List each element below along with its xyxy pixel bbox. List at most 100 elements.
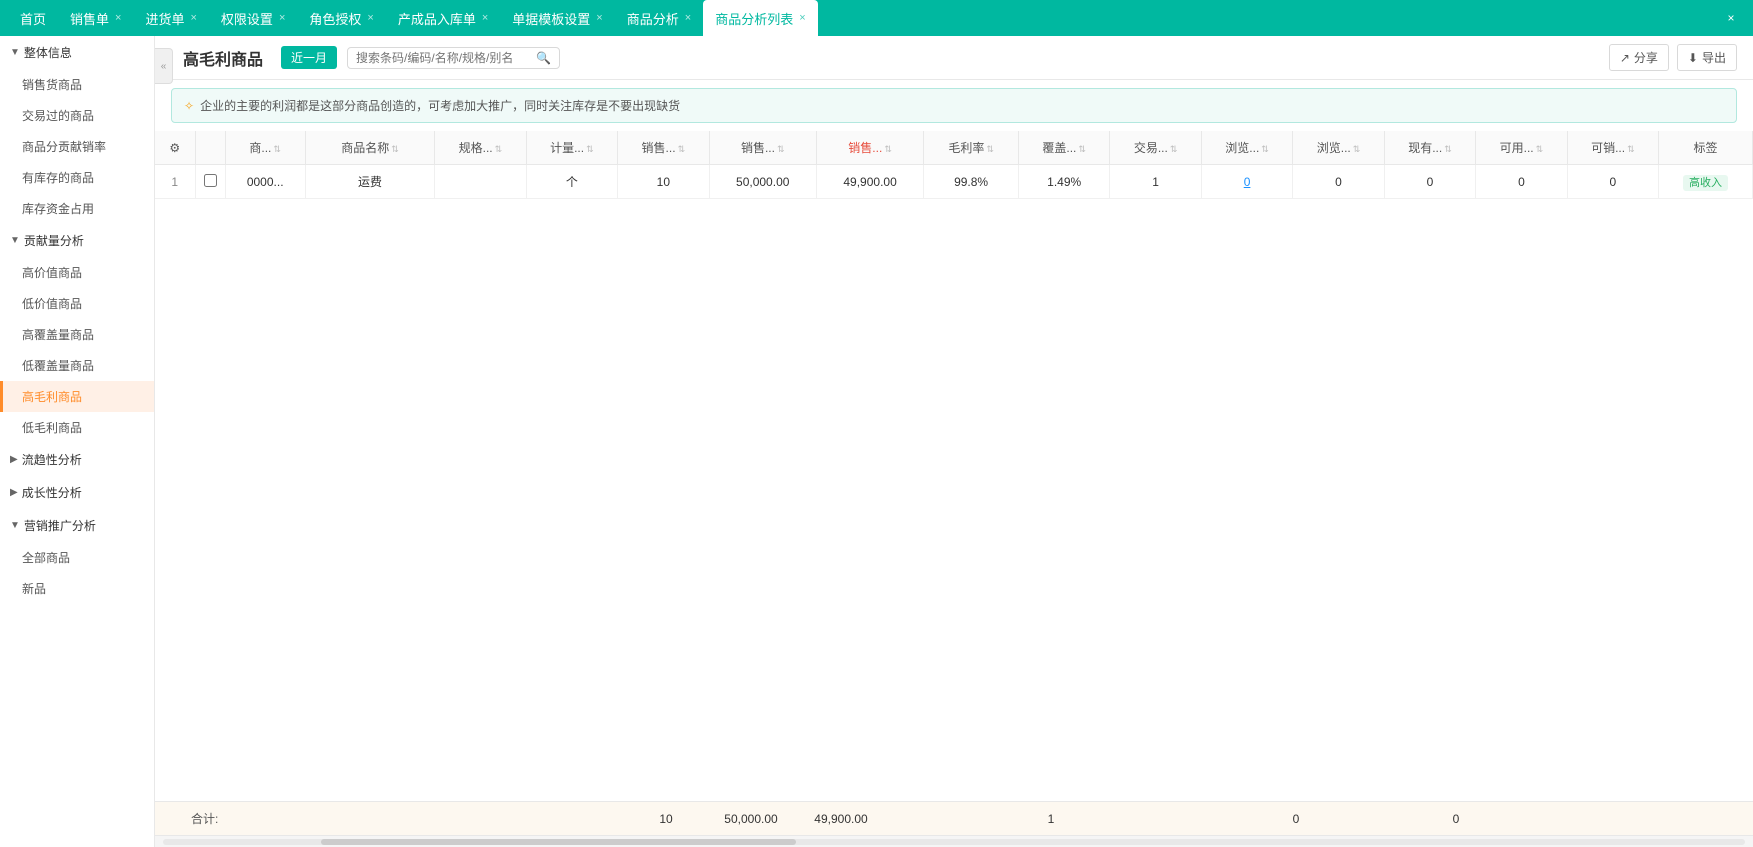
nav-template-settings[interactable]: 单据模板设置 × xyxy=(500,0,614,36)
row-saleable: 0 xyxy=(1567,165,1658,199)
sidebar-item-new-products[interactable]: 新品 xyxy=(0,573,154,604)
row-unit: 个 xyxy=(526,165,617,199)
row-coverage: 1.49% xyxy=(1018,165,1109,199)
col-transaction[interactable]: 交易...⇅ xyxy=(1110,131,1201,165)
main-layout: ▼ 整体信息 销售货商品 交易过的商品 商品分贡献销率 有库存的商品 库存资金占… xyxy=(0,36,1753,847)
close-product-analysis-list-icon[interactable]: × xyxy=(799,12,805,24)
footer-empty-3 xyxy=(371,812,431,826)
nav-role-auth[interactable]: 角色授权 × xyxy=(297,0,385,36)
footer-empty-11 xyxy=(1336,812,1416,826)
footer-sales-profit: 49,900.00 xyxy=(796,812,886,826)
search-input[interactable] xyxy=(356,51,536,65)
notice-banner: ✧ 企业的主要的利润都是这部分商品创造的，可考虑加大推广，同时关注库存是不要出现… xyxy=(171,88,1737,123)
col-browse2[interactable]: 浏览...⇅ xyxy=(1293,131,1384,165)
sidebar-item-in-stock-goods[interactable]: 有库存的商品 xyxy=(0,162,154,193)
arrow-down-icon-2: ▼ xyxy=(10,235,20,246)
total-label: 合计: xyxy=(171,810,291,827)
sidebar-item-traded-goods[interactable]: 交易过的商品 xyxy=(0,100,154,131)
close-sales-order-icon[interactable]: × xyxy=(115,12,121,24)
nav-permission-settings[interactable]: 权限设置 × xyxy=(209,0,297,36)
notice-text: 企业的主要的利润都是这部分商品创造的，可考虑加大推广，同时关注库存是不要出现缺货 xyxy=(200,97,680,114)
date-filter-button[interactable]: 近一月 xyxy=(281,46,337,69)
sidebar-item-goods-contribution[interactable]: 商品分贡献销率 xyxy=(0,131,154,162)
col-spec[interactable]: 规格...⇅ xyxy=(435,131,526,165)
nav-home[interactable]: 首页 xyxy=(8,0,58,36)
sidebar-item-high-coverage[interactable]: 高覆盖量商品 xyxy=(0,319,154,350)
col-sales-qty[interactable]: 销售...⇅ xyxy=(618,131,709,165)
sidebar-item-low-margin[interactable]: 低毛利商品 xyxy=(0,412,154,443)
col-available[interactable]: 可用...⇅ xyxy=(1476,131,1567,165)
content-header: 高毛利商品 近一月 🔍 ↗ 分享 ⬇ 导出 xyxy=(155,36,1753,80)
footer-empty-1 xyxy=(291,812,331,826)
table-body: 1 0000... 运费 个 10 50,000.00 49,900.00 99… xyxy=(155,165,1753,199)
share-button[interactable]: ↗ 分享 xyxy=(1609,44,1669,71)
footer-current-stock: 0 xyxy=(1256,812,1336,826)
nav-sales-order[interactable]: 销售单 × xyxy=(58,0,133,36)
row-browse1[interactable]: 0 xyxy=(1201,165,1292,199)
col-browse1[interactable]: 浏览...⇅ xyxy=(1201,131,1292,165)
col-sales-profit[interactable]: 销售...⇅ xyxy=(816,131,923,165)
col-saleable[interactable]: 可销...⇅ xyxy=(1567,131,1658,165)
col-gross-margin[interactable]: 毛利率⇅ xyxy=(924,131,1019,165)
sidebar-group-marketing[interactable]: ▼ 营销推广分析 xyxy=(0,509,154,542)
sidebar-group-growth[interactable]: ▶ 成长性分析 xyxy=(0,476,154,509)
sidebar-collapse-button[interactable]: « xyxy=(155,48,173,84)
data-table-container: ⚙ 商...⇅ 商品名称⇅ 规格...⇅ 计量...⇅ 销售...⇅ 销售...… xyxy=(155,131,1753,801)
sidebar-item-high-margin[interactable]: 高毛利商品 xyxy=(0,381,154,412)
sidebar-group-overall[interactable]: ▼ 整体信息 xyxy=(0,36,154,69)
col-current-stock[interactable]: 现有...⇅ xyxy=(1384,131,1475,165)
row-transaction: 1 xyxy=(1110,165,1201,199)
col-code[interactable]: 商...⇅ xyxy=(225,131,305,165)
top-navigation: 首页 销售单 × 进货单 × 权限设置 × 角色授权 × 产成品入库单 × 单据… xyxy=(0,0,1753,36)
footer-empty-2 xyxy=(331,812,371,826)
close-role-auth-icon[interactable]: × xyxy=(367,12,373,24)
nav-product-inbound[interactable]: 产成品入库单 × xyxy=(386,0,500,36)
nav-purchase-order[interactable]: 进货单 × xyxy=(133,0,208,36)
footer-transaction: 1 xyxy=(1006,812,1096,826)
col-coverage[interactable]: 覆盖...⇅ xyxy=(1018,131,1109,165)
col-checkbox xyxy=(195,131,225,165)
nav-product-analysis-list[interactable]: 商品分析列表 × xyxy=(703,0,817,36)
close-template-icon[interactable]: × xyxy=(596,12,602,24)
close-product-inbound-icon[interactable]: × xyxy=(482,12,488,24)
nav-product-analysis[interactable]: 商品分析 × xyxy=(615,0,703,36)
close-permission-icon[interactable]: × xyxy=(279,12,285,24)
horizontal-scrollbar[interactable] xyxy=(155,835,1753,847)
sidebar-item-high-value[interactable]: 高价值商品 xyxy=(0,257,154,288)
arrow-right-icon: ▶ xyxy=(10,454,18,465)
sidebar-group-trend[interactable]: ▶ 流趋性分析 xyxy=(0,443,154,476)
row-current-stock: 0 xyxy=(1384,165,1475,199)
sidebar-item-low-coverage[interactable]: 低覆盖量商品 xyxy=(0,350,154,381)
sidebar-item-stock-capital[interactable]: 库存资金占用 xyxy=(0,193,154,224)
col-name[interactable]: 商品名称⇅ xyxy=(305,131,434,165)
close-product-analysis-icon[interactable]: × xyxy=(685,12,691,24)
row-checkbox[interactable] xyxy=(195,165,225,199)
col-settings[interactable]: ⚙ xyxy=(155,131,195,165)
sidebar: ▼ 整体信息 销售货商品 交易过的商品 商品分贡献销率 有库存的商品 库存资金占… xyxy=(0,36,155,847)
col-unit[interactable]: 计量...⇅ xyxy=(526,131,617,165)
share-icon: ↗ xyxy=(1620,51,1630,65)
footer-sales-amount: 50,000.00 xyxy=(706,812,796,826)
sidebar-item-low-value[interactable]: 低价值商品 xyxy=(0,288,154,319)
row-available: 0 xyxy=(1476,165,1567,199)
scroll-thumb[interactable] xyxy=(321,839,796,845)
row-tag: 高收入 xyxy=(1659,165,1753,199)
close-purchase-order-icon[interactable]: × xyxy=(190,12,196,24)
col-sales-amount[interactable]: 销售...⇅ xyxy=(709,131,816,165)
row-spec xyxy=(435,165,526,199)
sidebar-group-contribution[interactable]: ▼ 贡献量分析 xyxy=(0,224,154,257)
row-num: 1 xyxy=(155,165,195,199)
search-icon[interactable]: 🔍 xyxy=(536,51,551,65)
row-sales-qty: 10 xyxy=(618,165,709,199)
row-code: 0000... xyxy=(225,165,305,199)
sidebar-item-all-goods[interactable]: 全部商品 xyxy=(0,542,154,573)
row-gross-margin: 99.8% xyxy=(924,165,1019,199)
close-all-tabs-button[interactable]: × xyxy=(1717,4,1745,32)
export-icon: ⬇ xyxy=(1688,51,1698,65)
table-row: 1 0000... 运费 个 10 50,000.00 49,900.00 99… xyxy=(155,165,1753,199)
export-button[interactable]: ⬇ 导出 xyxy=(1677,44,1737,71)
scroll-track[interactable] xyxy=(163,839,1745,845)
sidebar-item-sales-goods[interactable]: 销售货商品 xyxy=(0,69,154,100)
col-tag[interactable]: 标签 xyxy=(1659,131,1753,165)
row-browse2: 0 xyxy=(1293,165,1384,199)
